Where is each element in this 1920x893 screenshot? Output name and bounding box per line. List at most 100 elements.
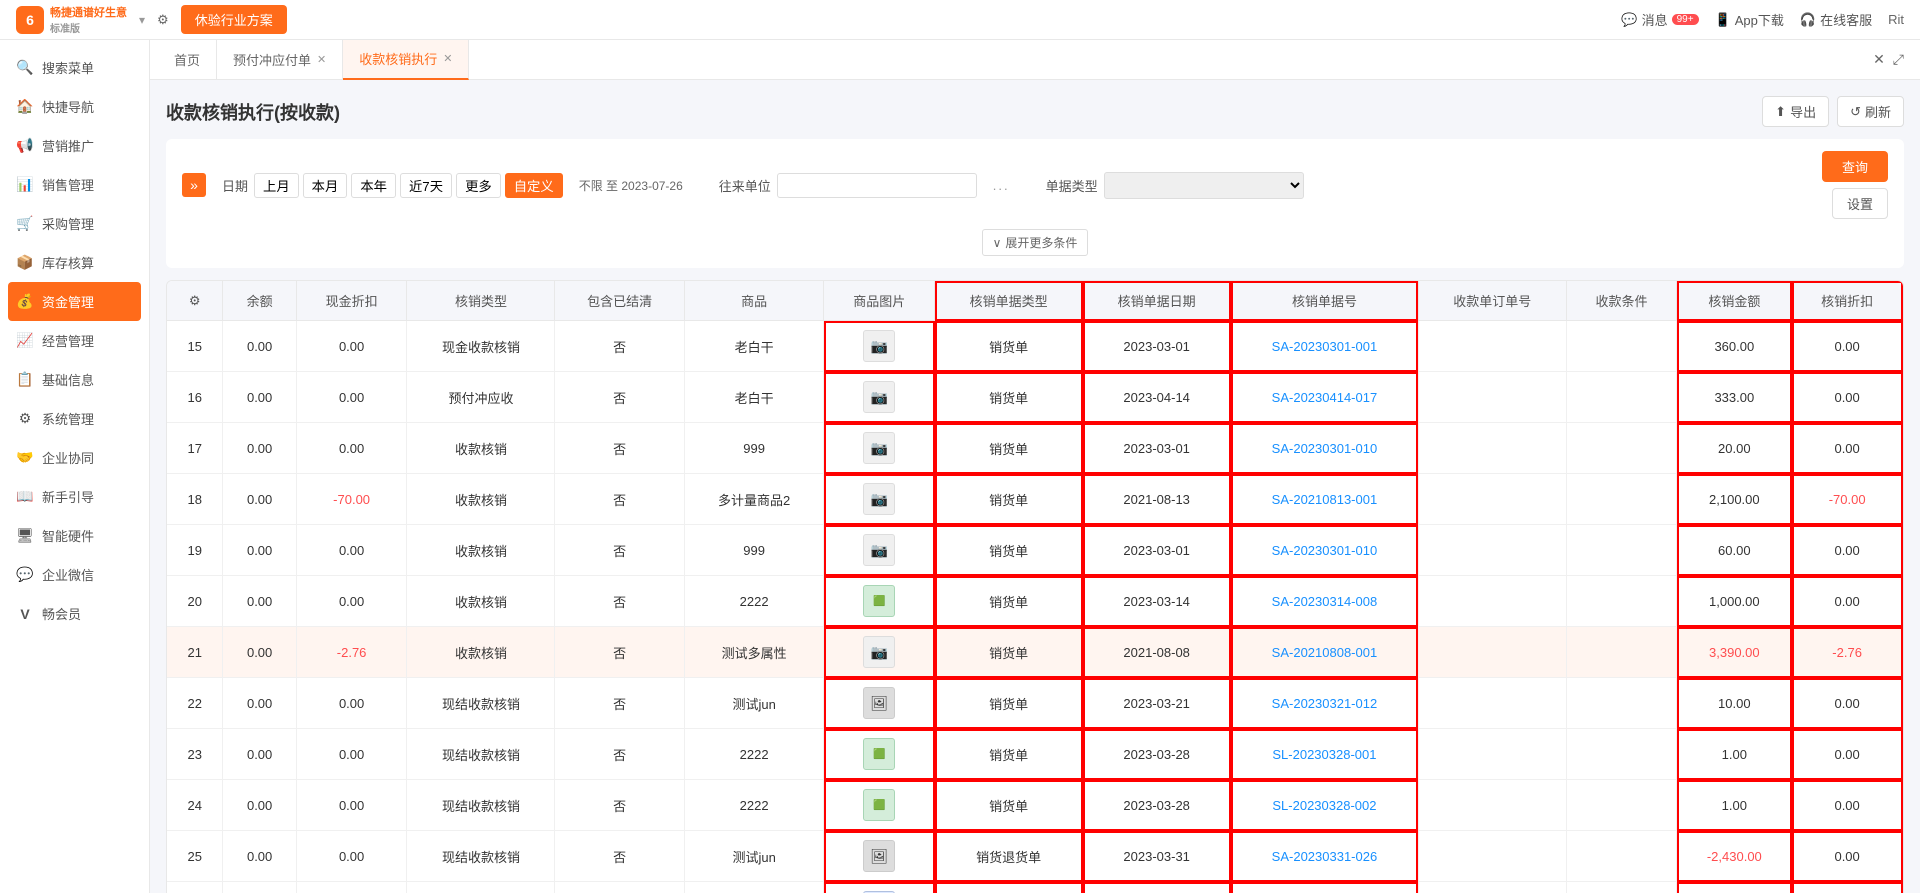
cell-cancel-bill-no[interactable]: SA-20230301-010 [1231, 423, 1419, 474]
cancel-bill-no-link[interactable]: SA-20210813-001 [1272, 492, 1378, 507]
cell-cancel-bill-type: 销货单 [935, 627, 1083, 678]
sidebar-item-finance[interactable]: 💰 资金管理 [8, 282, 141, 321]
cell-receipt-condition [1566, 576, 1677, 627]
sidebar-item-search[interactable]: 🔍 搜索菜单 [0, 48, 149, 87]
sidebar-item-operations[interactable]: 📈 经营管理 [0, 321, 149, 360]
export-button[interactable]: ⬆ 导出 [1762, 96, 1829, 127]
cell-receipt-condition [1566, 474, 1677, 525]
cancel-bill-no-link[interactable]: SA-20230314-008 [1272, 594, 1378, 609]
industry-button[interactable]: 休验行业方案 [181, 5, 287, 34]
cancel-bill-no-link[interactable]: SL-20230328-002 [1272, 798, 1376, 813]
date-btn-last-month[interactable]: 上月 [254, 173, 299, 198]
cell-receipt-condition [1566, 882, 1677, 893]
date-btn-this-month[interactable]: 本月 [303, 173, 348, 198]
cancel-bill-no-link[interactable]: SA-20230301-001 [1272, 339, 1378, 354]
cell-cancel-bill-no[interactable]: SL-20230328-001 [1231, 729, 1419, 780]
sidebar-label-basic: 基础信息 [42, 370, 94, 389]
online-service-action[interactable]: 🎧 在线客服 [1800, 10, 1872, 29]
cell-cancel-bill-no[interactable]: SA-20230321-012 [1231, 678, 1419, 729]
cell-receipt-order-no [1418, 423, 1566, 474]
cell-cancel-bill-no[interactable]: SA-20230314-008 [1231, 576, 1419, 627]
top-dropdown-arrow[interactable]: ▾ [139, 13, 145, 27]
cell-cash-discount: -2.76 [296, 627, 407, 678]
col-product-image-header: 商品图片 [824, 281, 935, 321]
cell-receipt-condition [1566, 423, 1677, 474]
cell-cancel-bill-date: 2023-03-21 [1083, 678, 1231, 729]
expand-conditions-btn[interactable]: ∨ 展开更多条件 [982, 229, 1089, 256]
date-range-display: 不限 至 2023-07-26 [579, 177, 683, 194]
sidebar-item-hardware[interactable]: 🖥 智能硬件 [0, 516, 149, 555]
sidebar-item-system[interactable]: ⚙ 系统管理 [0, 399, 149, 438]
query-button[interactable]: 查询 [1822, 151, 1888, 182]
logo-tag: 标准版 [50, 20, 127, 35]
cell-cancel-bill-no[interactable]: SA-20230301-010 [1231, 525, 1419, 576]
date-btn-custom[interactable]: 自定义 [505, 173, 563, 198]
cell-cancel-bill-type: 销货单 [935, 576, 1083, 627]
cancel-bill-no-link[interactable]: SA-20230301-010 [1272, 543, 1378, 558]
date-btn-7days[interactable]: 近7天 [400, 173, 452, 198]
cell-cancel-bill-no[interactable]: SA-20210808-001 [1231, 627, 1419, 678]
cell-balance: 0.00 [223, 678, 296, 729]
message-action[interactable]: 💬 消息 99+ [1621, 10, 1698, 29]
sidebar-label-system: 系统管理 [42, 409, 94, 428]
bill-type-select[interactable]: 销货单 销货退货单 [1104, 172, 1304, 199]
tab-prepay-close[interactable]: ✕ [317, 53, 326, 66]
cell-cancel-type: 收款核销 [407, 576, 555, 627]
headset-icon: 🎧 [1800, 12, 1816, 28]
sidebar-item-purchase[interactable]: 🛒 采购管理 [0, 204, 149, 243]
cell-cancel-bill-no[interactable]: SA-20230414-017 [1231, 372, 1419, 423]
sidebar-item-member[interactable]: V 畅会员 [0, 594, 149, 633]
tab-receipt-cancel-close[interactable]: ✕ [443, 52, 452, 65]
user-info: Rit [1888, 12, 1904, 27]
cancel-bill-no-link[interactable]: SA-20230321-012 [1272, 696, 1378, 711]
partner-input[interactable] [777, 173, 977, 198]
sidebar-item-inventory[interactable]: 📦 库存核算 [0, 243, 149, 282]
cell-cancel-discount: 0.00 [1792, 729, 1903, 780]
sidebar-item-sales[interactable]: 📊 销售管理 [0, 165, 149, 204]
cancel-bill-no-link[interactable]: SA-20210808-001 [1272, 645, 1378, 660]
cell-cancel-bill-no[interactable]: SA-20230331-026 [1231, 831, 1419, 882]
cell-cancel-bill-no[interactable]: ABC-001 [1231, 882, 1419, 893]
cell-cancel-amount: 10.00 [1677, 678, 1792, 729]
col-cancel-bill-no-header: 核销单据号 [1231, 281, 1419, 321]
tab-home[interactable]: 首页 [158, 40, 217, 80]
tab-controls: ✕ ⤢ [1873, 51, 1912, 68]
sidebar-item-marketing[interactable]: 📢 营销推广 [0, 126, 149, 165]
tab-receipt-cancel[interactable]: 收款核销执行 ✕ [343, 40, 469, 80]
settings-button[interactable]: 设置 [1832, 188, 1888, 219]
tab-maximize-btn[interactable]: ⤢ [1893, 51, 1904, 68]
date-btn-this-year[interactable]: 本年 [351, 173, 396, 198]
cell-cancel-bill-no[interactable]: SA-20210813-001 [1231, 474, 1419, 525]
col-cancel-amount-header: 核销金额 [1677, 281, 1792, 321]
tab-prepay[interactable]: 预付冲应付单 ✕ [217, 40, 343, 80]
sidebar-item-guide[interactable]: 📖 新手引导 [0, 477, 149, 516]
cancel-bill-no-link[interactable]: SA-20230414-017 [1272, 390, 1378, 405]
app-download-action[interactable]: 📱 App下载 [1715, 10, 1784, 29]
cell-cancel-bill-no[interactable]: SL-20230328-002 [1231, 780, 1419, 831]
table-row: 200.000.00收款核销否2222🟩销货单2023-03-14SA-2023… [167, 576, 1903, 627]
cell-cash-discount: 0.00 [296, 525, 407, 576]
expand-chevron-icon: ∨ [993, 236, 1002, 250]
date-btn-more[interactable]: 更多 [456, 173, 501, 198]
tab-close-btn[interactable]: ✕ [1873, 51, 1885, 68]
cell-cancel-discount: 0.00 [1792, 423, 1903, 474]
filter-row: » 日期 上月 本月 本年 近7天 更多 自定义 不限 至 2023- [182, 151, 1888, 219]
cell-cancel-bill-no[interactable]: SA-20230301-001 [1231, 321, 1419, 372]
sidebar-item-wechat[interactable]: 💬 企业微信 [0, 555, 149, 594]
cancel-bill-no-link[interactable]: SA-20230331-026 [1272, 849, 1378, 864]
expand-arrow-btn[interactable]: » [182, 173, 206, 197]
cancel-bill-no-link[interactable]: SL-20230328-001 [1272, 747, 1376, 762]
sidebar-item-basic[interactable]: 📋 基础信息 [0, 360, 149, 399]
refresh-button[interactable]: ↺ 刷新 [1837, 96, 1904, 127]
sidebar-item-collab[interactable]: 🤝 企业协同 [0, 438, 149, 477]
col-settings-header[interactable]: ⚙ [167, 281, 223, 321]
col-include-settled-header: 包含已结清 [555, 281, 684, 321]
cell-product: 999 [684, 525, 824, 576]
cell-cancel-bill-type: 销货单 [935, 780, 1083, 831]
table-scroll-area[interactable]: ⚙ 余额 现金折扣 核销类型 包含已结清 商品 商品图片 核销单据类型 核销单据… [167, 281, 1903, 893]
gear-icon[interactable]: ⚙ [157, 12, 169, 28]
sidebar-item-nav[interactable]: 🏠 快捷导航 [0, 87, 149, 126]
operations-icon: 📈 [16, 332, 34, 350]
cell-cancel-type: 现结收款核销 [407, 831, 555, 882]
cancel-bill-no-link[interactable]: SA-20230301-010 [1272, 441, 1378, 456]
